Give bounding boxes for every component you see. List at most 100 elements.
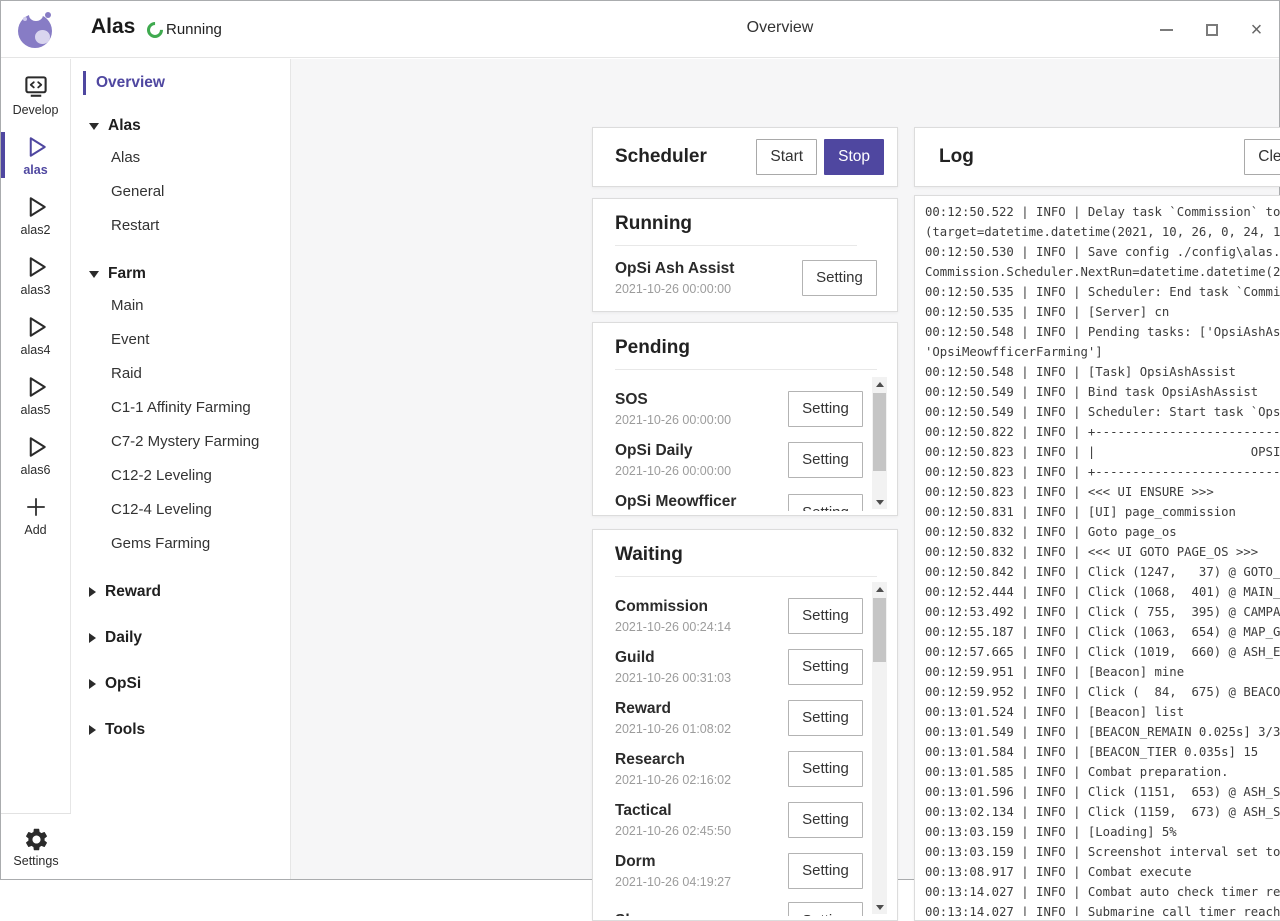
log-line: 00:12:50.535 | INFO | Scheduler: End tas… <box>925 282 1280 302</box>
maximize-button[interactable] <box>1189 1 1234 58</box>
rail-item-label: alas2 <box>21 223 51 237</box>
clear-log-button[interactable]: Clear Log <box>1244 139 1280 175</box>
page-title: Overview <box>747 19 814 37</box>
log-line: 00:13:03.159 | INFO | Screenshot interva… <box>925 842 1280 862</box>
rail-item-alas2[interactable]: alas2 <box>1 185 70 245</box>
scroll-up-icon[interactable] <box>872 377 887 391</box>
rail-item-alas[interactable]: alas <box>1 125 70 185</box>
waiting-scrollbar[interactable] <box>872 582 887 914</box>
rail-item-label: Add <box>24 523 46 537</box>
running-panel: Running OpSi Ash Assist2021-10-26 00:00:… <box>592 198 898 312</box>
setting-button[interactable]: Setting <box>788 442 863 478</box>
nav-item-restart[interactable]: Restart <box>71 209 290 243</box>
close-button[interactable]: × <box>1234 1 1279 58</box>
rail-item-label: alas <box>23 163 47 177</box>
pending-scrollbar[interactable] <box>872 377 887 509</box>
nav-item-overview[interactable]: Overview <box>83 71 290 95</box>
setting-button[interactable]: Setting <box>788 853 863 889</box>
start-button[interactable]: Start <box>756 139 817 175</box>
setting-button[interactable]: Setting <box>788 802 863 838</box>
nav-group-reward[interactable]: Reward <box>71 577 290 607</box>
task-next-run-time: 2021-10-26 00:00:00 <box>615 464 780 479</box>
rail-items: Develop alas alas2 alas3 alas4 alas5alas6 Add <box>1 59 70 545</box>
rail-item-alas3[interactable]: alas3 <box>1 245 70 305</box>
task-next-run-time: 2021-10-26 00:00:00 <box>615 282 794 297</box>
nav-item-c12-4-leveling[interactable]: C12-4 Leveling <box>71 493 290 527</box>
task-info: SOS2021-10-26 00:00:00 <box>615 389 788 428</box>
nav-group-label: Daily <box>105 629 142 647</box>
log-line: 00:13:01.584 | INFO | [BEACON_TIER 0.035… <box>925 742 1280 762</box>
scroll-down-icon[interactable] <box>872 900 887 914</box>
setting-button[interactable]: Setting <box>788 902 863 916</box>
setting-button[interactable]: Setting <box>788 598 863 634</box>
scrollbar-thumb[interactable] <box>873 598 886 662</box>
nav-item-gems-farming[interactable]: Gems Farming <box>71 527 290 561</box>
task-row: ShopSetting <box>615 902 863 916</box>
close-icon: × <box>1251 20 1263 40</box>
nav-group-farm[interactable]: Farm <box>71 259 290 289</box>
nav-item-raid[interactable]: Raid <box>71 357 290 391</box>
nav-item-alas[interactable]: Alas <box>71 141 290 175</box>
task-name: Research <box>615 749 780 770</box>
log-line: (target=datetime.datetime(2021, 10, 26, … <box>925 222 1280 242</box>
nav-menu: OverviewAlasAlasGeneralRestartFarmMainEv… <box>71 59 291 879</box>
chevron-right-icon <box>89 725 96 735</box>
nav-group-label: Reward <box>105 583 161 601</box>
scheduler-status: Running <box>147 1 222 58</box>
rail-item-add[interactable]: Add <box>1 485 70 545</box>
nav-item-event[interactable]: Event <box>71 323 290 357</box>
nav-group-alas[interactable]: Alas <box>71 111 290 141</box>
rail-item-alas5[interactable]: alas5 <box>1 365 70 425</box>
setting-button[interactable]: Setting <box>788 649 863 685</box>
scroll-up-icon[interactable] <box>872 582 887 596</box>
nav-item-main[interactable]: Main <box>71 289 290 323</box>
scheduler-title: Scheduler <box>615 146 749 168</box>
task-row: Research2021-10-26 02:16:02Setting <box>615 749 863 788</box>
log-line: 00:13:14.027 | INFO | Combat auto check … <box>925 882 1280 902</box>
app-window: Alas Running Overview × Develop alas alas2… <box>0 0 1280 880</box>
rail-item-label: alas3 <box>21 283 51 297</box>
instance-rail: Developalasalas2alas3alas4alas5alas6Add … <box>1 59 71 879</box>
rail-item-label: alas4 <box>21 343 51 357</box>
nav-item-general[interactable]: General <box>71 175 290 209</box>
chevron-right-icon <box>89 679 96 689</box>
task-info: OpSi Ash Assist2021-10-26 00:00:00 <box>615 258 802 297</box>
play-icon <box>22 373 50 401</box>
setting-button[interactable]: Setting <box>788 700 863 736</box>
log-line: 00:12:55.187 | INFO | Click (1063, 654) … <box>925 622 1280 642</box>
minimize-button[interactable] <box>1144 1 1189 58</box>
rail-item-alas4[interactable]: alas4 <box>1 305 70 365</box>
setting-button[interactable]: Setting <box>788 751 863 787</box>
nav-item-c7-2-mystery-farming[interactable]: C7-2 Mystery Farming <box>71 425 290 459</box>
task-name: Tactical <box>615 800 780 821</box>
log-line: 00:12:50.823 | INFO | | OPSIASHASSIST | <box>925 442 1280 462</box>
setting-button[interactable]: Setting <box>788 391 863 427</box>
play-icon <box>22 193 50 221</box>
window-controls: × <box>1144 1 1279 58</box>
rail-item-develop[interactable]: Develop <box>1 65 70 125</box>
log-panel: 00:12:50.522 | INFO | Delay task `Commis… <box>914 195 1280 921</box>
task-info: Guild2021-10-26 00:31:03 <box>615 647 788 686</box>
log-header-panel: Log Clear Log Auto Scroll ON OFF <box>914 127 1280 187</box>
nav-item-c12-2-leveling[interactable]: C12-2 Leveling <box>71 459 290 493</box>
scrollbar-thumb[interactable] <box>873 393 886 471</box>
scroll-down-icon[interactable] <box>872 495 887 509</box>
log-line: 00:12:50.549 | INFO | Bind task OpsiAshA… <box>925 382 1280 402</box>
task-row: Dorm2021-10-26 04:19:27Setting <box>615 851 863 890</box>
log-line: 00:12:50.823 | INFO | <<< UI ENSURE >>> <box>925 482 1280 502</box>
nav-group-tools[interactable]: Tools <box>71 715 290 745</box>
log-title: Log <box>939 146 1236 168</box>
task-next-run-time: 2021-10-26 04:19:27 <box>615 875 780 890</box>
task-name: OpSi Daily <box>615 440 780 461</box>
settings-button[interactable]: Settings <box>1 813 71 879</box>
setting-button[interactable]: Setting <box>802 260 877 296</box>
task-row: Tactical2021-10-26 02:45:50Setting <box>615 800 863 839</box>
log-line: 00:12:50.549 | INFO | Scheduler: Start t… <box>925 402 1280 422</box>
nav-group-opsi[interactable]: OpSi <box>71 669 290 699</box>
nav-item-c1-1-affinity-farming[interactable]: C1-1 Affinity Farming <box>71 391 290 425</box>
stop-button[interactable]: Stop <box>824 139 884 175</box>
rail-item-alas6[interactable]: alas6 <box>1 425 70 485</box>
nav-group-daily[interactable]: Daily <box>71 623 290 653</box>
setting-button[interactable]: Setting <box>788 494 863 511</box>
log-line: 00:12:50.831 | INFO | [UI] page_commissi… <box>925 502 1280 522</box>
